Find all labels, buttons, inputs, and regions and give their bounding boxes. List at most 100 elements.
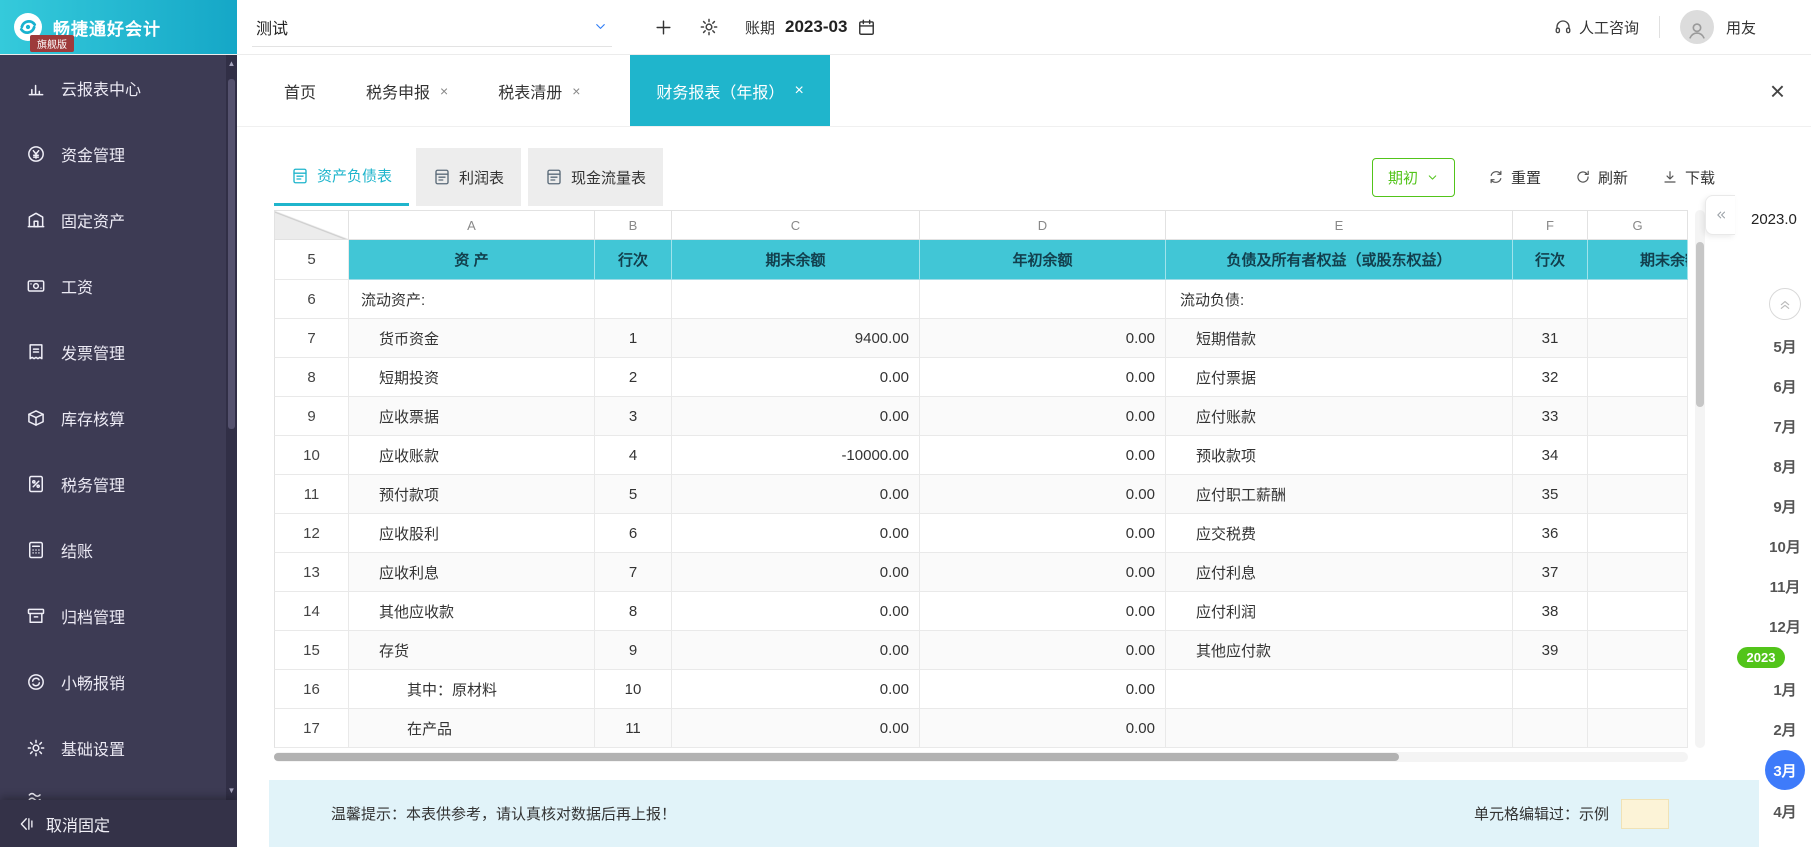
grid-cell[interactable]: 11	[595, 709, 672, 748]
grid-cell[interactable]: 0.00	[672, 358, 920, 397]
grid-cell[interactable]: 0.00	[672, 397, 920, 436]
grid-cell[interactable]: 0.00	[920, 631, 1166, 670]
grid-cell[interactable]: 4	[595, 436, 672, 475]
grid-cell[interactable]	[1588, 475, 1688, 514]
grid-cell[interactable]	[1588, 358, 1688, 397]
grid-cell[interactable]	[595, 280, 672, 319]
row-number[interactable]: 17	[274, 709, 349, 748]
sidebar-item-invoice[interactable]: 发票管理	[0, 319, 237, 385]
unpin-sidebar-button[interactable]: 取消固定	[0, 800, 237, 847]
accounting-period[interactable]: 账期 2023-03	[745, 17, 876, 38]
grid-cell[interactable]: 0.00	[920, 397, 1166, 436]
grid-cell[interactable]	[1588, 631, 1688, 670]
grid-cell[interactable]	[1166, 709, 1513, 748]
sidebar-item-inventory[interactable]: 库存核算	[0, 385, 237, 451]
grid-cell[interactable]: 应付职工薪酬	[1166, 475, 1513, 514]
month-item[interactable]: 8月	[1759, 447, 1811, 485]
avatar[interactable]	[1679, 10, 1714, 44]
grid-cell[interactable]: 0.00	[672, 631, 920, 670]
grid-cell[interactable]	[1588, 319, 1688, 358]
grid-cell[interactable]	[1166, 670, 1513, 709]
tab-close-icon[interactable]: ×	[794, 82, 803, 100]
reset-button[interactable]: 重置	[1488, 167, 1541, 188]
grid-cell[interactable]: 0.00	[920, 436, 1166, 475]
grid-cell[interactable]: 3	[595, 397, 672, 436]
grid-cell[interactable]	[1588, 553, 1688, 592]
row-number[interactable]: 10	[274, 436, 349, 475]
row-number[interactable]: 6	[274, 280, 349, 319]
grid-cell[interactable]: 9	[595, 631, 672, 670]
sidebar-item-cloud-report-center[interactable]: 云报表中心	[0, 55, 237, 121]
row-number[interactable]: 7	[274, 319, 349, 358]
grid-cell[interactable]	[1588, 280, 1688, 319]
grid-cell[interactable]	[1588, 670, 1688, 709]
month-item[interactable]: 4月	[1759, 792, 1811, 830]
month-item[interactable]: 2月	[1759, 710, 1811, 748]
period-select-button[interactable]: 期初	[1371, 157, 1455, 197]
column-header-A[interactable]: A	[349, 210, 595, 240]
select-all-corner[interactable]	[274, 210, 349, 240]
row-number[interactable]: 12	[274, 514, 349, 553]
sidebar-item-salary[interactable]: 工资	[0, 253, 237, 319]
grid-cell[interactable]: 在产品	[349, 709, 595, 748]
grid-cell[interactable]: 流动负债:	[1166, 280, 1513, 319]
grid-cell[interactable]: 行次	[595, 240, 672, 280]
report-tab-balance-sheet[interactable]: 资产负债表	[274, 148, 410, 206]
download-button[interactable]: 下载	[1662, 167, 1715, 188]
grid-cell[interactable]	[1588, 397, 1688, 436]
grid-cell[interactable]: 负债及所有者权益（或股东权益）	[1166, 240, 1513, 280]
support-button[interactable]: 人工咨询	[1554, 17, 1639, 38]
grid-cell[interactable]: 期末余额	[672, 240, 920, 280]
grid-cell[interactable]	[1513, 280, 1588, 319]
grid-cell[interactable]: 短期投资	[349, 358, 595, 397]
sidebar-item-funds[interactable]: 资金管理	[0, 121, 237, 187]
grid-cell[interactable]: -10000.00	[672, 436, 920, 475]
grid-cell[interactable]: 应付利润	[1166, 592, 1513, 631]
month-item[interactable]: 1月	[1759, 670, 1811, 708]
grid-cell[interactable]: 应收票据	[349, 397, 595, 436]
grid-cell[interactable]: 应收账款	[349, 436, 595, 475]
tab-financial-report[interactable]: 财务报表（年报） ×	[630, 55, 830, 126]
grid-cell[interactable]: 资 产	[349, 240, 595, 280]
grid-cell[interactable]: 39	[1513, 631, 1588, 670]
report-tab-income-statement[interactable]: 利润表	[416, 148, 522, 206]
grid-cell[interactable]: 2	[595, 358, 672, 397]
grid-cell[interactable]: 1	[595, 319, 672, 358]
gear-icon[interactable]	[699, 17, 719, 37]
grid-cell[interactable]	[1588, 436, 1688, 475]
grid-cell[interactable]: 存货	[349, 631, 595, 670]
grid-cell[interactable]: 0.00	[672, 592, 920, 631]
grid-cell[interactable]: 其他应付款	[1166, 631, 1513, 670]
sidebar-item-settings[interactable]: 基础设置	[0, 715, 237, 781]
account-set-select[interactable]: 测试	[252, 7, 612, 47]
row-number[interactable]: 9	[274, 397, 349, 436]
month-item[interactable]: 9月	[1759, 487, 1811, 525]
column-header-C[interactable]: C	[672, 210, 920, 240]
grid-cell[interactable]: 0.00	[920, 358, 1166, 397]
grid-cell[interactable]: 行次	[1513, 240, 1588, 280]
grid-cell[interactable]	[672, 280, 920, 319]
report-tab-cash-flow[interactable]: 现金流量表	[528, 148, 664, 206]
sidebar-item-tax[interactable]: 税务管理	[0, 451, 237, 517]
row-number[interactable]: 8	[274, 358, 349, 397]
grid-cell[interactable]: 32	[1513, 358, 1588, 397]
grid-cell[interactable]: 应收股利	[349, 514, 595, 553]
grid-cell[interactable]: 34	[1513, 436, 1588, 475]
scrollbar-thumb[interactable]	[1696, 242, 1704, 407]
month-item[interactable]: 6月	[1759, 367, 1811, 405]
grid-cell[interactable]: 0.00	[672, 709, 920, 748]
grid-cell[interactable]: 37	[1513, 553, 1588, 592]
grid-cell[interactable]: 0.00	[920, 475, 1166, 514]
column-header-F[interactable]: F	[1513, 210, 1588, 240]
month-item[interactable]: 7月	[1759, 407, 1811, 445]
grid-cell[interactable]: 5	[595, 475, 672, 514]
sidebar-item-reimburse[interactable]: 小畅报销	[0, 649, 237, 715]
grid-cell[interactable]: 应交税费	[1166, 514, 1513, 553]
grid-cell[interactable]: 9400.00	[672, 319, 920, 358]
grid-cell[interactable]	[1588, 709, 1688, 748]
grid-cell[interactable]: 7	[595, 553, 672, 592]
grid-cell[interactable]: 年初余额	[920, 240, 1166, 280]
column-header-E[interactable]: E	[1166, 210, 1513, 240]
grid-cell[interactable]: 应付账款	[1166, 397, 1513, 436]
grid-horizontal-scrollbar[interactable]	[274, 752, 1688, 762]
